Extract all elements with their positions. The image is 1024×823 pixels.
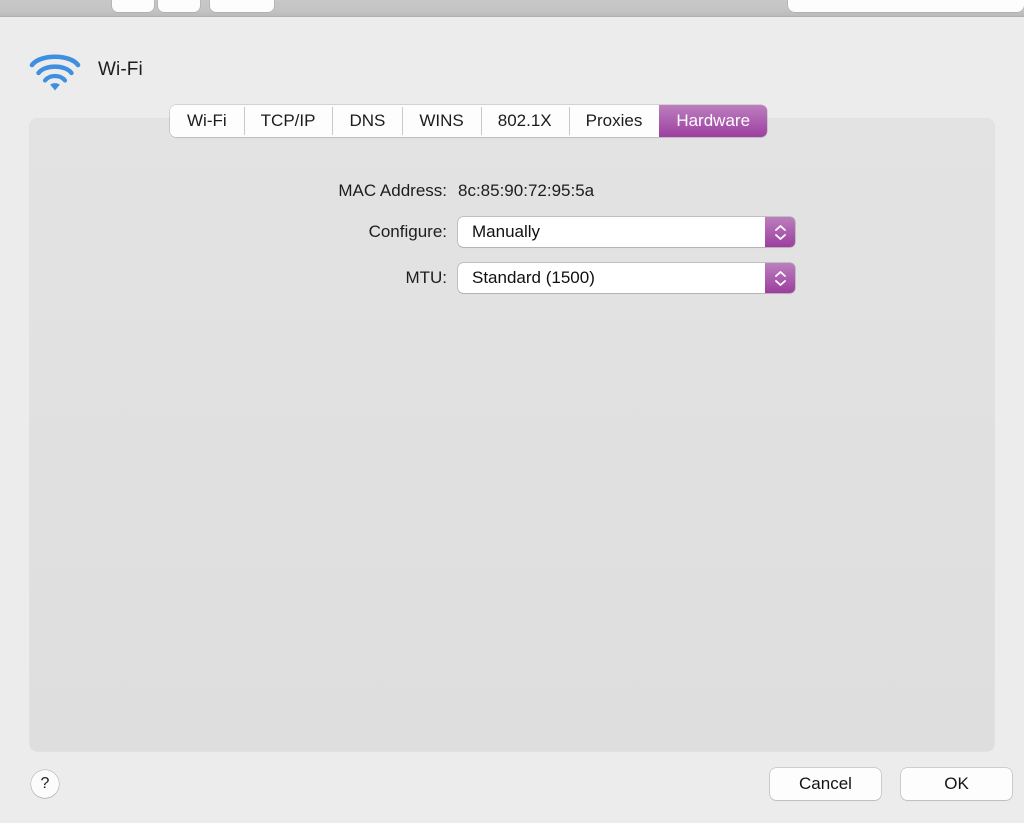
ok-button[interactable]: OK	[901, 768, 1012, 800]
chevron-down-icon	[774, 279, 786, 286]
tab-bar: Wi-Fi TCP/IP DNS WINS 802.1X Proxies Har…	[170, 105, 768, 137]
toolbar-button-forward[interactable]	[158, 0, 200, 12]
service-name: Wi-Fi	[98, 59, 143, 80]
mtu-popup-stepper[interactable]	[765, 263, 795, 293]
tab-dns[interactable]: DNS	[332, 105, 403, 137]
tab-802-1x[interactable]: 802.1X	[480, 105, 569, 137]
tab-proxies[interactable]: Proxies	[568, 105, 660, 137]
wifi-icon	[26, 48, 84, 92]
tab-hardware[interactable]: Hardware	[659, 105, 768, 137]
toolbar-button-show-all[interactable]	[210, 0, 274, 12]
row-mtu: MTU: Standard (1500)	[30, 263, 994, 293]
hardware-form: MAC Address: 8c:85:90:72:95:5a Configure…	[30, 181, 994, 309]
toolbar-button-back[interactable]	[112, 0, 154, 12]
parent-toolbar-strip	[0, 0, 1024, 17]
mac-address-value: 8c:85:90:72:95:5a	[458, 181, 595, 200]
configure-label: Configure:	[368, 222, 447, 241]
mtu-popup-button[interactable]: Standard (1500)	[458, 263, 795, 293]
service-header: Wi-Fi	[26, 44, 143, 96]
chevron-up-icon	[774, 224, 786, 231]
configure-popup-button[interactable]: Manually	[458, 217, 795, 247]
mac-address-label: MAC Address:	[338, 181, 447, 200]
network-settings-dialog: Wi-Fi Wi-Fi TCP/IP DNS WINS 802.1X Proxi…	[0, 0, 1024, 823]
cancel-button[interactable]: Cancel	[770, 768, 881, 800]
chevron-up-icon	[774, 270, 786, 277]
configure-popup-stepper[interactable]	[765, 217, 795, 247]
tab-tcp-ip[interactable]: TCP/IP	[243, 105, 333, 137]
tab-wi-fi[interactable]: Wi-Fi	[170, 105, 244, 137]
row-configure: Configure: Manually	[30, 217, 994, 247]
mtu-label: MTU:	[405, 268, 447, 287]
tab-wins[interactable]: WINS	[402, 105, 481, 137]
hardware-settings-panel: MAC Address: 8c:85:90:72:95:5a Configure…	[30, 119, 994, 751]
toolbar-search-field[interactable]	[788, 0, 1024, 12]
chevron-down-icon	[774, 233, 786, 240]
row-mac-address: MAC Address: 8c:85:90:72:95:5a	[30, 181, 994, 201]
configure-popup-value: Manually	[472, 222, 541, 241]
mtu-popup-value: Standard (1500)	[472, 268, 595, 287]
help-button[interactable]: ?	[31, 770, 59, 798]
